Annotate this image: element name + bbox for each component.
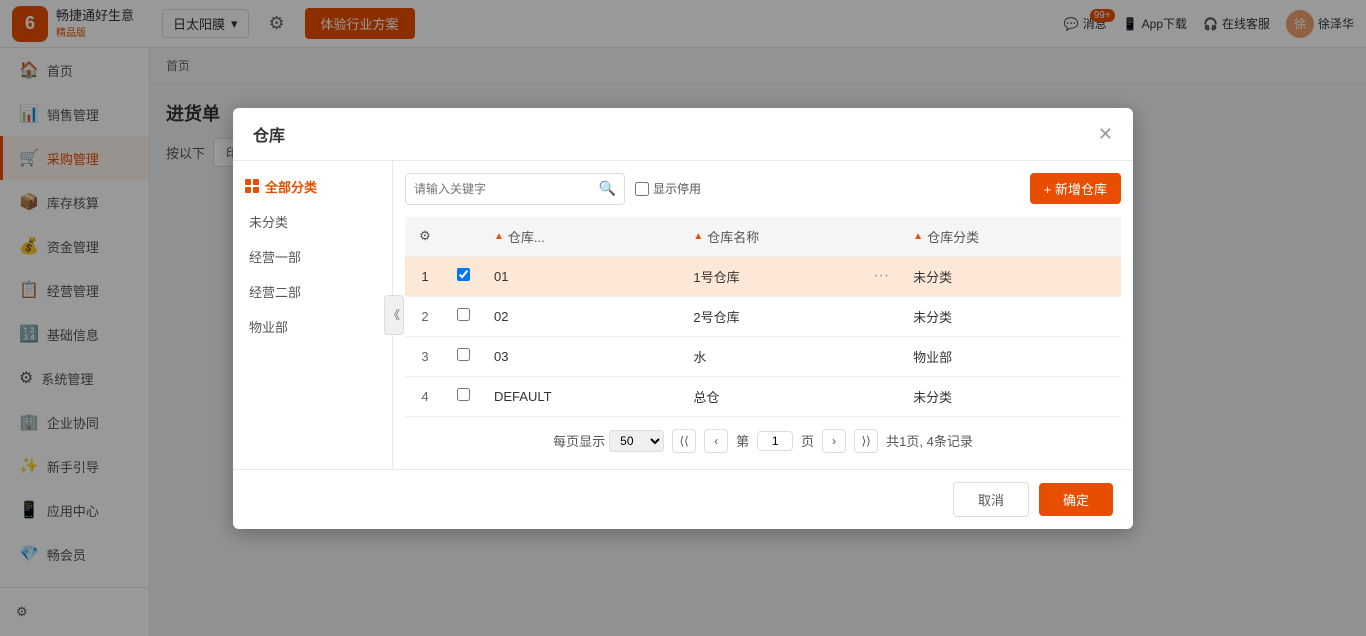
category-all-header[interactable]: 全部分类: [233, 169, 392, 204]
page-unit: 页: [801, 431, 814, 450]
modal-body: 全部分类 未分类 经营一部 经营二部 物业部 《: [233, 161, 1133, 469]
modal-main: 🔍 显示停用 + 新增仓库 ⚙: [393, 161, 1133, 469]
row-num: 4: [405, 376, 445, 416]
page-prev-button[interactable]: ‹: [704, 429, 728, 453]
confirm-button[interactable]: 确定: [1039, 483, 1113, 516]
modal-footer: 取消 确定: [233, 469, 1133, 529]
col-name[interactable]: ▲ 仓库名称: [681, 217, 901, 257]
row-category: 未分类: [901, 256, 1121, 296]
row-checkbox[interactable]: [445, 376, 482, 416]
ellipsis-button[interactable]: ···: [873, 267, 889, 285]
total-label: 共1页, 4条记录: [886, 431, 973, 450]
col-gear[interactable]: ⚙: [405, 217, 445, 257]
row-name: 1号仓库···: [681, 256, 901, 296]
row-no: 01: [482, 256, 681, 296]
row-name: 2号仓库: [681, 296, 901, 336]
sort-icon: ▲: [494, 231, 504, 242]
grid-icon: [245, 179, 259, 193]
sort-icon-cat: ▲: [913, 231, 923, 242]
modal-header: 仓库 ✕: [233, 108, 1133, 161]
search-icon: 🔍: [599, 180, 616, 197]
row-category: 未分类: [901, 376, 1121, 416]
category-item-unclassified[interactable]: 未分类: [233, 204, 392, 239]
add-warehouse-button[interactable]: + 新增仓库: [1030, 173, 1121, 204]
row-no: 03: [482, 336, 681, 376]
sidebar-collapse-button[interactable]: 《: [384, 295, 404, 335]
row-name: 总仓: [681, 376, 901, 416]
row-num: 2: [405, 296, 445, 336]
category-item-property[interactable]: 物业部: [233, 309, 392, 344]
row-num: 3: [405, 336, 445, 376]
page-input[interactable]: [757, 431, 793, 451]
category-item-op2[interactable]: 经营二部: [233, 274, 392, 309]
row-no: DEFAULT: [482, 376, 681, 416]
row-checkbox[interactable]: [445, 256, 482, 296]
modal-toolbar: 🔍 显示停用 + 新增仓库: [405, 173, 1121, 205]
row-checkbox[interactable]: [445, 336, 482, 376]
modal-close-button[interactable]: ✕: [1098, 125, 1113, 143]
page-label: 第: [736, 431, 749, 450]
category-all-label: 全部分类: [265, 177, 317, 196]
show-disabled-label[interactable]: 显示停用: [635, 180, 701, 197]
row-category: 未分类: [901, 296, 1121, 336]
modal-overlay: 仓库 ✕ 全部分类 未分类 经: [0, 0, 1366, 636]
modal-table: ⚙ ▲ 仓库... ▲: [405, 217, 1121, 417]
sort-icon-name: ▲: [693, 231, 703, 242]
search-box[interactable]: 🔍: [405, 173, 625, 205]
table-header-row: ⚙ ▲ 仓库... ▲: [405, 217, 1121, 257]
warehouse-modal: 仓库 ✕ 全部分类 未分类 经: [233, 108, 1133, 529]
page-first-button[interactable]: ⟨⟨: [672, 429, 696, 453]
warehouse-table: ⚙ ▲ 仓库... ▲: [405, 217, 1121, 417]
row-name: 水: [681, 336, 901, 376]
modal-sidebar: 全部分类 未分类 经营一部 经营二部 物业部 《: [233, 161, 393, 469]
page-size-select[interactable]: 102050100: [609, 430, 664, 452]
col-category[interactable]: ▲ 仓库分类: [901, 217, 1121, 257]
table-body: 1 01 1号仓库··· 未分类 2 02 2号仓库 未分类 3 03 水 物业…: [405, 256, 1121, 416]
page-size-selector: 每页显示 102050100: [553, 430, 664, 452]
col-checkbox: [445, 217, 482, 257]
show-disabled-checkbox[interactable]: [635, 182, 649, 196]
modal-title: 仓库: [253, 122, 285, 146]
row-category: 物业部: [901, 336, 1121, 376]
row-no: 02: [482, 296, 681, 336]
col-no[interactable]: ▲ 仓库...: [482, 217, 681, 257]
table-row[interactable]: 1 01 1号仓库··· 未分类: [405, 256, 1121, 296]
cancel-button[interactable]: 取消: [953, 482, 1029, 517]
per-page-label: 每页显示: [553, 431, 605, 450]
pagination: 每页显示 102050100 ⟨⟨ ‹ 第 页 › ⟩⟩ 共1页, 4条记录: [405, 417, 1121, 457]
search-input[interactable]: [414, 182, 599, 196]
page-last-button[interactable]: ⟩⟩: [854, 429, 878, 453]
row-num: 1: [405, 256, 445, 296]
table-row[interactable]: 2 02 2号仓库 未分类: [405, 296, 1121, 336]
table-row[interactable]: 4 DEFAULT 总仓 未分类: [405, 376, 1121, 416]
table-row[interactable]: 3 03 水 物业部: [405, 336, 1121, 376]
row-checkbox[interactable]: [445, 296, 482, 336]
page-next-button[interactable]: ›: [822, 429, 846, 453]
category-item-op1[interactable]: 经营一部: [233, 239, 392, 274]
